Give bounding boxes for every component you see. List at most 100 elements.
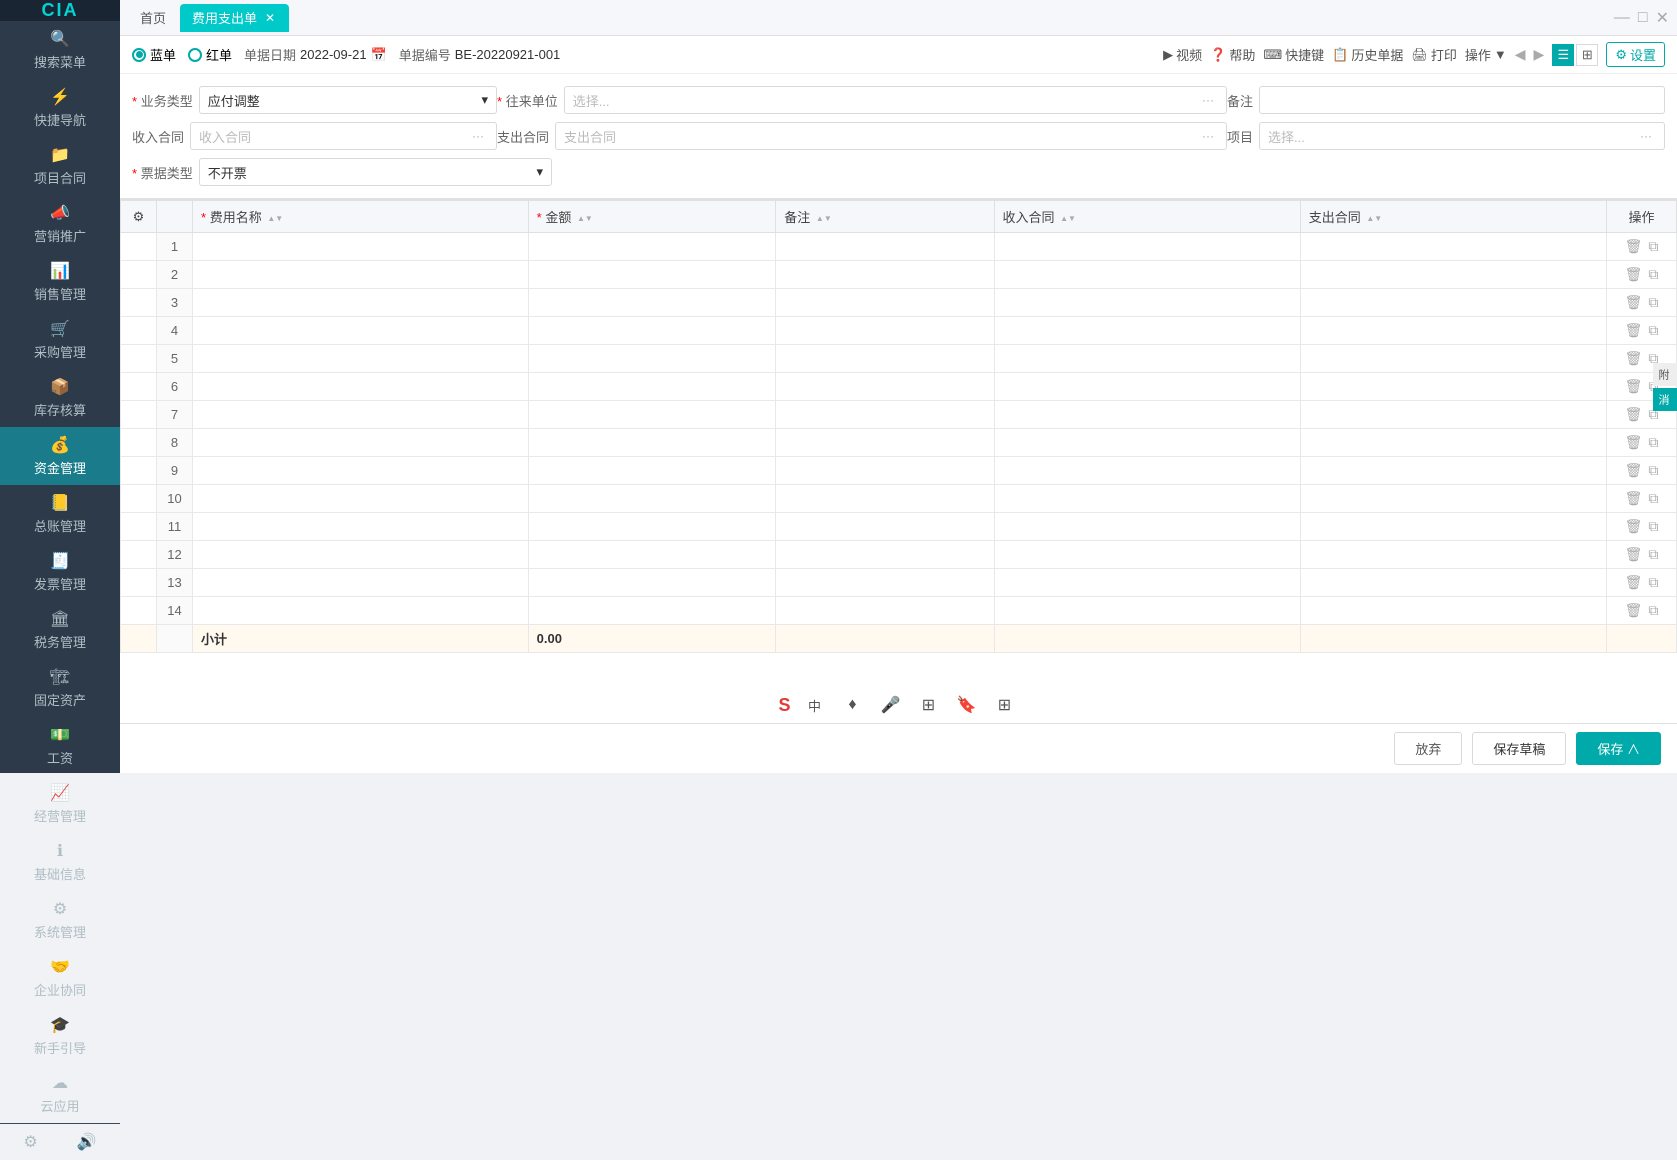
row-expense-name[interactable] xyxy=(193,541,529,569)
row-expense-contract[interactable] xyxy=(1300,233,1606,261)
delete-row-icon[interactable]: 🗑 xyxy=(1625,602,1643,619)
delete-row-icon[interactable]: 🗑 xyxy=(1625,378,1643,395)
delete-row-icon[interactable]: 🗑 xyxy=(1625,350,1643,367)
sidebar-item-basic[interactable]: ℹ 基础信息 xyxy=(0,833,120,891)
delete-row-icon[interactable]: 🗑 xyxy=(1625,406,1643,423)
row-income-contract[interactable] xyxy=(994,345,1300,373)
row-expense-name[interactable] xyxy=(193,289,529,317)
row-remark[interactable] xyxy=(776,317,994,345)
row-income-contract[interactable] xyxy=(994,233,1300,261)
sidebar-item-operation[interactable]: 📈 经营管理 xyxy=(0,775,120,833)
view-grid-btn[interactable]: ⊞ xyxy=(1576,44,1598,66)
row-amount[interactable] xyxy=(528,569,776,597)
row-amount[interactable] xyxy=(528,429,776,457)
row-expense-name[interactable] xyxy=(193,317,529,345)
maximize-button[interactable]: □ xyxy=(1638,9,1648,27)
row-expense-name[interactable] xyxy=(193,457,529,485)
sort-amount[interactable]: ▲▼ xyxy=(577,214,593,223)
row-expense-name[interactable] xyxy=(193,373,529,401)
row-amount[interactable] xyxy=(528,597,776,625)
row-expense-name[interactable] xyxy=(193,233,529,261)
sidebar-item-purchase[interactable]: 🛒 采购管理 xyxy=(0,311,120,369)
row-remark[interactable] xyxy=(776,261,994,289)
row-expense-name[interactable] xyxy=(193,261,529,289)
expense-contract-dots[interactable]: ··· xyxy=(1198,129,1218,143)
row-remark[interactable] xyxy=(776,541,994,569)
copy-row-icon[interactable]: ⧉ xyxy=(1648,574,1658,591)
radio-red[interactable]: 红单 xyxy=(188,45,232,64)
row-remark[interactable] xyxy=(776,289,994,317)
settings-button[interactable]: ⚙ 设置 xyxy=(1606,42,1665,67)
partner-dots-btn[interactable]: ··· xyxy=(1198,93,1218,107)
copy-row-icon[interactable]: ⧉ xyxy=(1648,602,1658,619)
delete-row-icon[interactable]: 🗑 xyxy=(1625,518,1643,535)
sidebar-item-project[interactable]: 📁 项目合同 xyxy=(0,137,120,195)
business-type-select[interactable]: 应付调整 ▾ xyxy=(199,86,497,114)
row-expense-contract[interactable] xyxy=(1300,261,1606,289)
sidebar-item-corp[interactable]: 🤝 企业协同 xyxy=(0,949,120,1007)
row-income-contract[interactable] xyxy=(994,261,1300,289)
delete-row-icon[interactable]: 🗑 xyxy=(1625,266,1643,283)
copy-row-icon[interactable]: ⧉ xyxy=(1648,294,1658,311)
partner-select[interactable]: 选择... ··· xyxy=(564,86,1227,114)
row-income-contract[interactable] xyxy=(994,457,1300,485)
delete-row-icon[interactable]: 🗑 xyxy=(1625,546,1643,563)
sidebar-item-salary[interactable]: 💵 工资 xyxy=(0,717,120,775)
row-remark[interactable] xyxy=(776,345,994,373)
save-button[interactable]: 保存 ∧ xyxy=(1576,732,1661,765)
row-expense-contract[interactable] xyxy=(1300,401,1606,429)
row-expense-contract[interactable] xyxy=(1300,289,1606,317)
row-amount[interactable] xyxy=(528,457,776,485)
print-btn[interactable]: 🖨 打印 xyxy=(1411,45,1457,64)
row-remark[interactable] xyxy=(776,513,994,541)
bottom-icon-zh[interactable]: 中 xyxy=(801,691,829,719)
minimize-button[interactable]: — xyxy=(1614,9,1630,27)
nav-next-icon[interactable]: ▶ xyxy=(1534,46,1545,63)
row-expense-name[interactable] xyxy=(193,345,529,373)
income-contract-dots[interactable]: ··· xyxy=(468,129,488,143)
row-amount[interactable] xyxy=(528,233,776,261)
delete-row-icon[interactable]: 🗑 xyxy=(1625,462,1643,479)
copy-row-icon[interactable]: ⧉ xyxy=(1648,546,1658,563)
project-select[interactable]: 选择... ··· xyxy=(1259,122,1665,150)
copy-row-icon[interactable]: ⧉ xyxy=(1648,462,1658,479)
income-contract-select[interactable]: 收入合同 ··· xyxy=(190,122,497,150)
copy-row-icon[interactable]: ⧉ xyxy=(1648,322,1658,339)
action-btn[interactable]: 操作 ▼ xyxy=(1465,45,1507,64)
row-amount[interactable] xyxy=(528,485,776,513)
sidebar-item-sales[interactable]: 📊 销售管理 xyxy=(0,253,120,311)
row-expense-name[interactable] xyxy=(193,429,529,457)
row-amount[interactable] xyxy=(528,261,776,289)
sidebar-item-capital[interactable]: 💰 资金管理 xyxy=(0,427,120,485)
row-expense-name[interactable] xyxy=(193,485,529,513)
row-expense-contract[interactable] xyxy=(1300,373,1606,401)
sort-income[interactable]: ▲▼ xyxy=(1060,214,1076,223)
row-expense-name[interactable] xyxy=(193,401,529,429)
row-expense-contract[interactable] xyxy=(1300,597,1606,625)
view-list-btn[interactable]: ☰ xyxy=(1552,44,1574,66)
row-expense-name[interactable] xyxy=(193,513,529,541)
row-amount[interactable] xyxy=(528,541,776,569)
row-remark[interactable] xyxy=(776,373,994,401)
row-income-contract[interactable] xyxy=(994,485,1300,513)
row-amount[interactable] xyxy=(528,289,776,317)
row-income-contract[interactable] xyxy=(994,317,1300,345)
bottom-icon-diamond[interactable]: ♦ xyxy=(839,691,867,719)
copy-row-icon[interactable]: ⧉ xyxy=(1648,518,1658,535)
calendar-icon[interactable]: 📅 xyxy=(371,47,387,63)
row-expense-contract[interactable] xyxy=(1300,569,1606,597)
row-expense-contract[interactable] xyxy=(1300,541,1606,569)
discard-button[interactable]: 放弃 xyxy=(1394,732,1462,765)
sidebar-item-marketing[interactable]: 📣 营销推广 xyxy=(0,195,120,253)
row-amount[interactable] xyxy=(528,317,776,345)
tab-close-icon[interactable]: ✕ xyxy=(263,11,277,25)
table-col-settings[interactable]: ⚙ xyxy=(121,201,157,233)
shortcut-btn[interactable]: ⌨ 快捷键 xyxy=(1263,45,1324,64)
project-dots[interactable]: ··· xyxy=(1636,129,1656,143)
row-amount[interactable] xyxy=(528,401,776,429)
remark-input[interactable] xyxy=(1259,86,1665,114)
row-remark[interactable] xyxy=(776,597,994,625)
right-float-attach[interactable]: 附 xyxy=(1653,363,1677,386)
row-expense-contract[interactable] xyxy=(1300,345,1606,373)
expense-contract-select[interactable]: 支出合同 ··· xyxy=(555,122,1227,150)
